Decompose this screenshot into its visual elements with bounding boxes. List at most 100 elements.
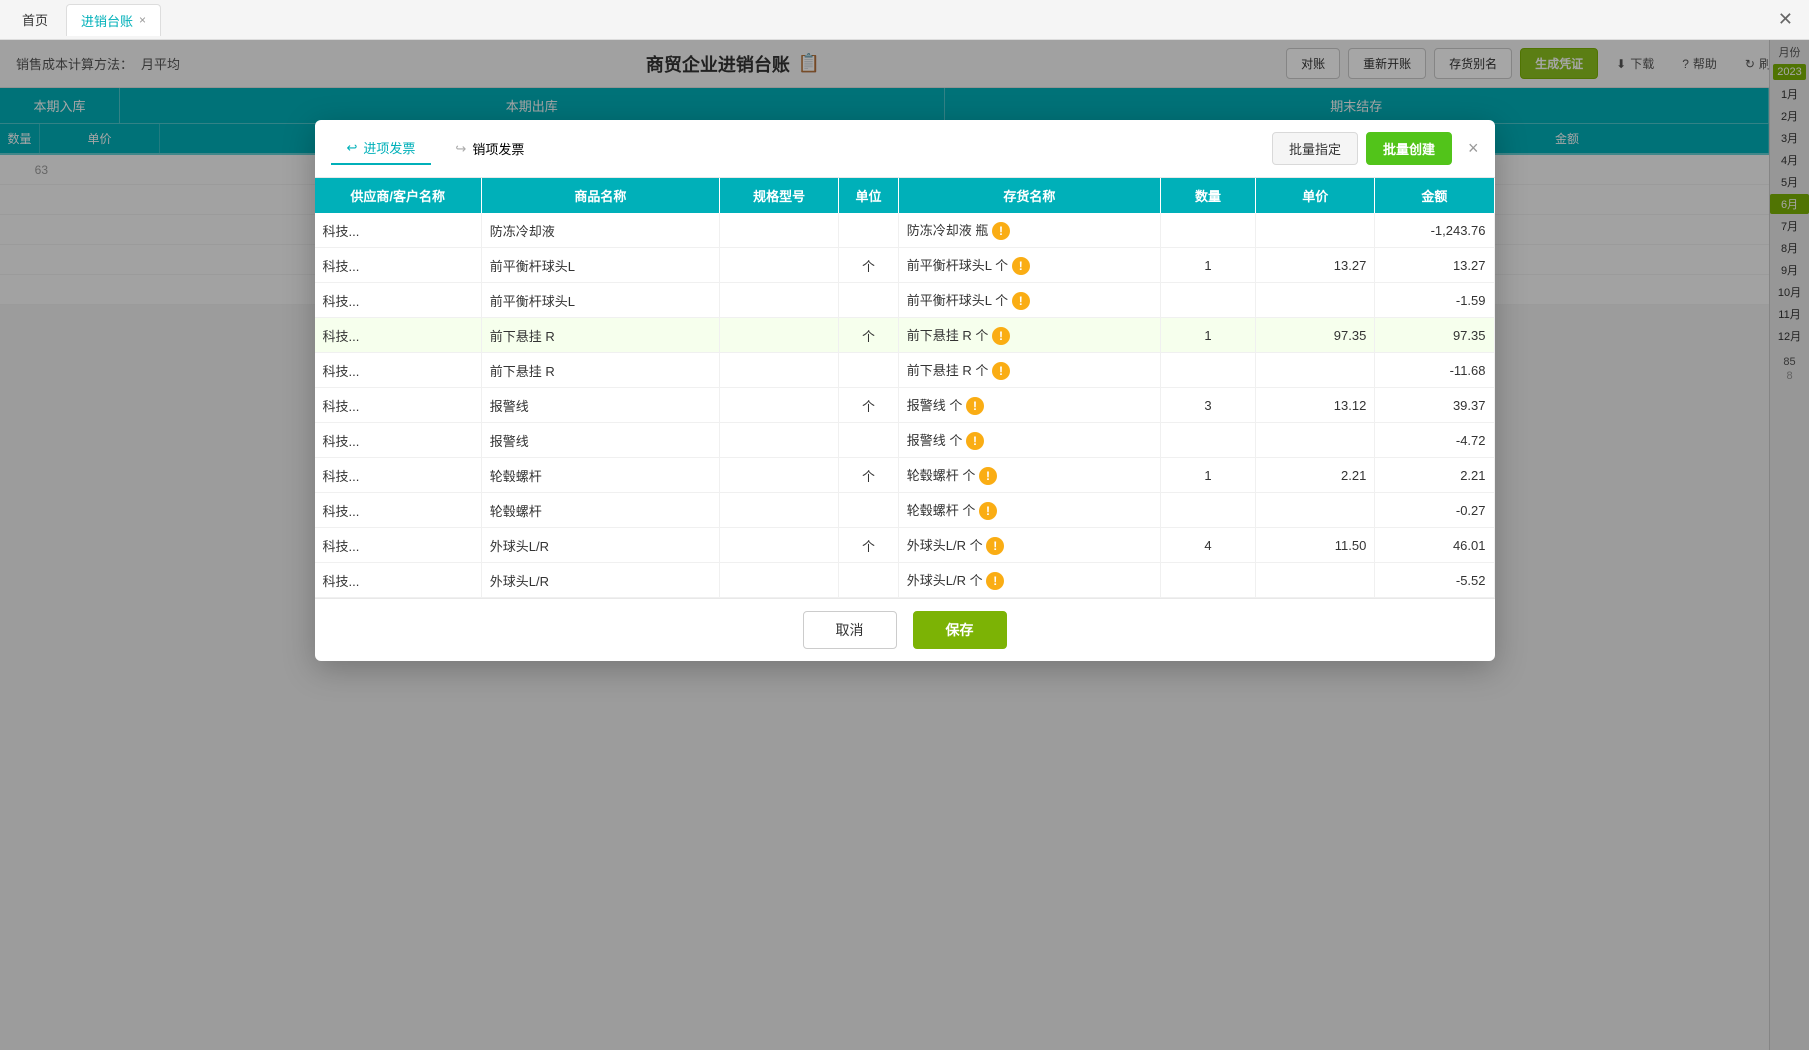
cell-unit-price: 97.35 (1256, 318, 1375, 353)
cell-inventory-name: 前平衡杆球头L 个 ! (898, 248, 1160, 283)
cell-unit (839, 353, 899, 388)
cell-amount: -1.59 (1375, 283, 1494, 318)
cell-quantity: 3 (1160, 388, 1255, 423)
cell-amount: 13.27 (1375, 248, 1494, 283)
modal-overlay: ↩ 进项发票 ↪ 销项发票 批量指定 批量创建 × 供应 (0, 40, 1809, 1050)
modal-footer: 取消 保存 (315, 598, 1495, 661)
cell-amount: 2.21 (1375, 458, 1494, 493)
cell-amount: -0.27 (1375, 493, 1494, 528)
cell-spec-model (720, 353, 839, 388)
table-header-row: 供应商/客户名称 商品名称 规格型号 单位 存货名称 数量 单价 金额 (315, 178, 1495, 213)
cell-quantity: 1 (1160, 318, 1255, 353)
warning-icon: ! (986, 537, 1004, 555)
col-amount: 金额 (1375, 178, 1494, 213)
col-supplier: 供应商/客户名称 (315, 178, 482, 213)
col-inventory-name: 存货名称 (898, 178, 1160, 213)
cancel-button[interactable]: 取消 (803, 611, 897, 649)
cell-unit-price (1256, 493, 1375, 528)
cell-supplier: 科技... (315, 528, 482, 563)
modal: ↩ 进项发票 ↪ 销项发票 批量指定 批量创建 × 供应 (315, 120, 1495, 661)
table-row[interactable]: 科技... 轮毂螺杆 个 轮毂螺杆 个 ! 1 2.21 2.21 (315, 458, 1495, 493)
cell-inventory-name: 轮毂螺杆 个 ! (898, 493, 1160, 528)
cell-unit-price (1256, 353, 1375, 388)
cell-unit-price (1256, 563, 1375, 598)
cell-unit-price (1256, 423, 1375, 458)
cell-unit-price: 13.27 (1256, 248, 1375, 283)
cell-spec-model (720, 493, 839, 528)
cell-unit-price: 11.50 (1256, 528, 1375, 563)
table-row[interactable]: 科技... 前平衡杆球头L 个 前平衡杆球头L 个 ! 1 13.27 13.2… (315, 248, 1495, 283)
inbound-tab-icon: ↩ (347, 140, 358, 156)
modal-header: ↩ 进项发票 ↪ 销项发票 批量指定 批量创建 × (315, 120, 1495, 178)
cell-amount: 39.37 (1375, 388, 1494, 423)
tab-outbound-invoice[interactable]: ↪ 销项发票 (439, 133, 540, 164)
cell-unit: 个 (839, 248, 899, 283)
cell-quantity (1160, 283, 1255, 318)
cell-amount: -11.68 (1375, 353, 1494, 388)
cell-unit: 个 (839, 318, 899, 353)
cell-quantity: 4 (1160, 528, 1255, 563)
cell-product-name: 轮毂螺杆 (481, 493, 719, 528)
main-area: 销售成本计算方法： 月平均 商贸企业进销台账 📋 对账 重新开账 存货别名 生成… (0, 40, 1809, 1050)
table-row[interactable]: 科技... 前下悬挂 R 个 前下悬挂 R 个 ! 1 97.35 97.35 (315, 318, 1495, 353)
batch-create-button[interactable]: 批量创建 (1366, 132, 1452, 165)
cell-unit: 个 (839, 388, 899, 423)
cell-spec-model (720, 458, 839, 493)
table-row[interactable]: 科技... 前平衡杆球头L 前平衡杆球头L 个 ! -1.59 (315, 283, 1495, 318)
cell-product-name: 报警线 (481, 423, 719, 458)
cell-product-name: 前下悬挂 R (481, 318, 719, 353)
cell-unit-price: 13.12 (1256, 388, 1375, 423)
cell-quantity: 1 (1160, 248, 1255, 283)
tab-active[interactable]: 进销台账 × (66, 4, 161, 36)
cell-supplier: 科技... (315, 493, 482, 528)
window-close-btn[interactable]: ✕ (1770, 9, 1801, 30)
cell-product-name: 外球头L/R (481, 528, 719, 563)
cell-supplier: 科技... (315, 283, 482, 318)
cell-inventory-name: 外球头L/R 个 ! (898, 563, 1160, 598)
cell-unit (839, 213, 899, 248)
cell-amount: 97.35 (1375, 318, 1494, 353)
tab-home[interactable]: 首页 (8, 4, 62, 35)
cell-unit (839, 493, 899, 528)
warning-icon: ! (979, 467, 997, 485)
cell-unit (839, 423, 899, 458)
table-row[interactable]: 科技... 轮毂螺杆 轮毂螺杆 个 ! -0.27 (315, 493, 1495, 528)
cell-spec-model (720, 528, 839, 563)
modal-table: 供应商/客户名称 商品名称 规格型号 单位 存货名称 数量 单价 金额 科技..… (315, 178, 1495, 598)
cell-supplier: 科技... (315, 458, 482, 493)
cell-inventory-name: 报警线 个 ! (898, 423, 1160, 458)
cell-inventory-name: 前平衡杆球头L 个 ! (898, 283, 1160, 318)
table-row[interactable]: 科技... 外球头L/R 外球头L/R 个 ! -5.52 (315, 563, 1495, 598)
table-row[interactable]: 科技... 外球头L/R 个 外球头L/R 个 ! 4 11.50 46.01 (315, 528, 1495, 563)
cell-quantity: 1 (1160, 458, 1255, 493)
batch-assign-button[interactable]: 批量指定 (1272, 132, 1358, 165)
cell-amount: -1,243.76 (1375, 213, 1494, 248)
col-unit-price: 单价 (1256, 178, 1375, 213)
col-unit: 单位 (839, 178, 899, 213)
cell-product-name: 前下悬挂 R (481, 353, 719, 388)
cell-unit-price (1256, 283, 1375, 318)
cell-quantity (1160, 213, 1255, 248)
table-row[interactable]: 科技... 报警线 个 报警线 个 ! 3 13.12 39.37 (315, 388, 1495, 423)
modal-header-buttons: 批量指定 批量创建 (1272, 132, 1452, 165)
save-button[interactable]: 保存 (913, 611, 1007, 649)
cell-supplier: 科技... (315, 563, 482, 598)
table-row[interactable]: 科技... 前下悬挂 R 前下悬挂 R 个 ! -11.68 (315, 353, 1495, 388)
cell-spec-model (720, 213, 839, 248)
cell-spec-model (720, 423, 839, 458)
cell-supplier: 科技... (315, 318, 482, 353)
cell-product-name: 轮毂螺杆 (481, 458, 719, 493)
tab-close-icon[interactable]: × (139, 13, 146, 27)
tab-inbound-invoice[interactable]: ↩ 进项发票 (331, 132, 432, 165)
cell-amount: -5.52 (1375, 563, 1494, 598)
warning-icon: ! (992, 222, 1010, 240)
cell-quantity (1160, 353, 1255, 388)
cell-supplier: 科技... (315, 248, 482, 283)
table-row[interactable]: 科技... 防冻冷却液 防冻冷却液 瓶 ! -1,243.76 (315, 213, 1495, 248)
cell-inventory-name: 轮毂螺杆 个 ! (898, 458, 1160, 493)
table-row[interactable]: 科技... 报警线 报警线 个 ! -4.72 (315, 423, 1495, 458)
cell-unit: 个 (839, 458, 899, 493)
warning-icon: ! (1012, 257, 1030, 275)
cell-inventory-name: 前下悬挂 R 个 ! (898, 353, 1160, 388)
modal-close-button[interactable]: × (1468, 138, 1479, 159)
